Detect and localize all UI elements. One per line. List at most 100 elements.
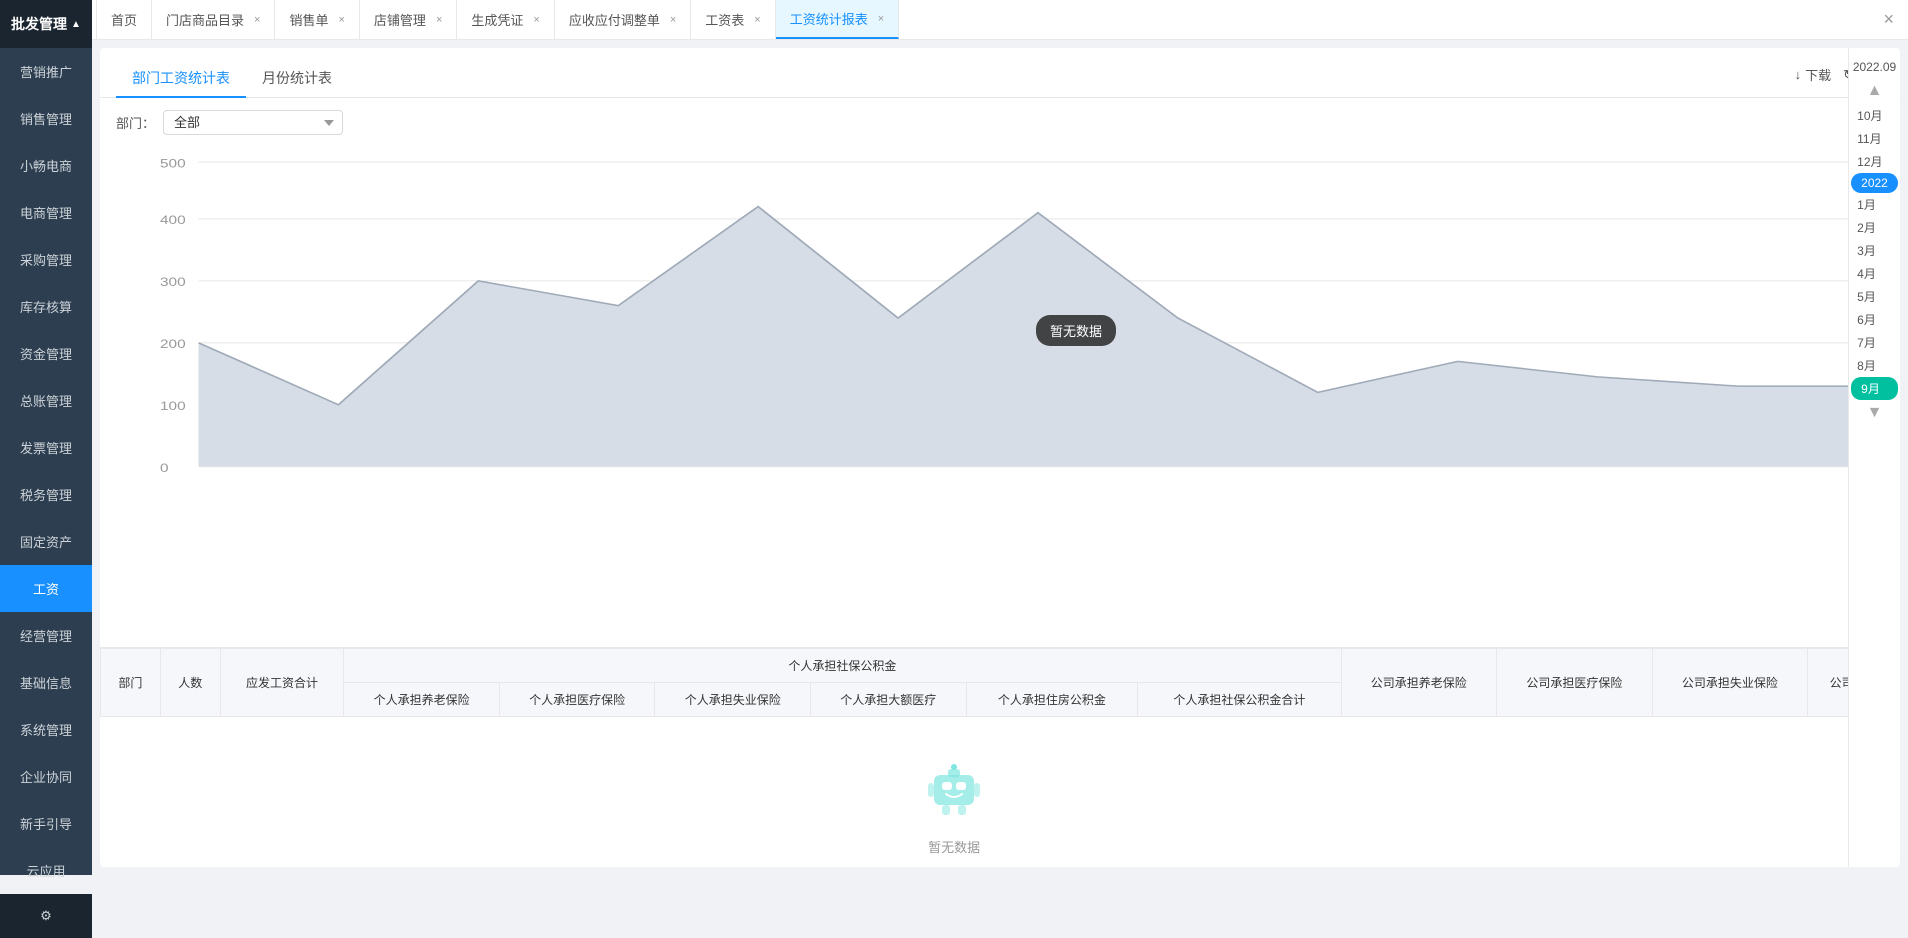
- content-panel: 部门工资统计表月份统计表 ↓ 下载 ↻ 刷新 部门： 全部 销售部 采购部 财务…: [100, 48, 1900, 867]
- sidebar-item-云应用[interactable]: 云应用: [0, 847, 92, 894]
- timeline-month-1月[interactable]: 1月: [1851, 193, 1898, 216]
- timeline-month-6月[interactable]: 6月: [1851, 308, 1898, 331]
- tab-close-icon[interactable]: ×: [254, 14, 260, 26]
- filter-dept-label: 部门：: [116, 113, 155, 132]
- tab-close-icon[interactable]: ×: [533, 14, 539, 26]
- tab-close-icon[interactable]: ×: [878, 13, 884, 25]
- department-select[interactable]: 全部 销售部 采购部 财务部 行政部: [163, 110, 343, 135]
- sidebar-item-固定资产[interactable]: 固定资产: [0, 518, 92, 565]
- svg-text:300: 300: [160, 275, 186, 289]
- tab-close-icon[interactable]: ×: [670, 14, 676, 26]
- tab-销售单[interactable]: 销售单 ×: [275, 0, 359, 39]
- sub-tab-月份统计表[interactable]: 月份统计表: [246, 60, 348, 98]
- no-data-area: 暂无数据: [101, 717, 1808, 867]
- th-p-total: 个人承担社保公积金合计: [1138, 683, 1341, 717]
- sidebar-item-库存核算[interactable]: 库存核算: [0, 283, 92, 330]
- table-container[interactable]: 部门 人数 应发工资合计 个人承担社保公积金 公司承担养老保险 公司承担医疗保险…: [100, 647, 1900, 867]
- sidebar-item-经营管理[interactable]: 经营管理: [0, 612, 92, 659]
- download-icon: ↓: [1795, 67, 1802, 82]
- tab-label: 店铺管理: [374, 10, 426, 29]
- sidebar-item-企业协同[interactable]: 企业协同: [0, 753, 92, 800]
- timeline-next-button[interactable]: ▼: [1863, 400, 1887, 426]
- chart-area: 0 100 200 300 400 500: [100, 147, 1900, 647]
- sidebar-item-系统管理[interactable]: 系统管理: [0, 706, 92, 753]
- th-p-med: 个人承担医疗保险: [499, 683, 655, 717]
- svg-text:500: 500: [160, 157, 186, 170]
- download-label: 下载: [1805, 65, 1831, 84]
- download-button[interactable]: ↓ 下载: [1795, 65, 1832, 84]
- th-p-big-med: 个人承担大额医疗: [811, 683, 967, 717]
- tab-应收应付调整单[interactable]: 应收应付调整单 ×: [555, 0, 691, 39]
- sidebar-toggle-icon: ▲: [71, 19, 81, 30]
- sidebar-item-税务管理[interactable]: 税务管理: [0, 471, 92, 518]
- tab-label: 工资统计报表: [790, 9, 868, 28]
- svg-text:100: 100: [160, 398, 186, 412]
- tab-工资表[interactable]: 工资表 ×: [691, 0, 775, 39]
- timeline-month-10月[interactable]: 10月: [1851, 104, 1898, 127]
- tab-首页[interactable]: 首页: [96, 0, 152, 39]
- sidebar-item-总账管理[interactable]: 总账管理: [0, 377, 92, 424]
- main-area: 首页门店商品目录×销售单×店铺管理×生成凭证×应收应付调整单×工资表×工资统计报…: [92, 0, 1908, 875]
- tab-工资统计报表[interactable]: 工资统计报表 ×: [776, 0, 899, 39]
- tab-close-icon[interactable]: ×: [338, 14, 344, 26]
- sidebar-item-电商管理[interactable]: 电商管理: [0, 189, 92, 236]
- timeline-year-2022[interactable]: 2022: [1851, 173, 1898, 193]
- sidebar-item-基础信息[interactable]: 基础信息: [0, 659, 92, 706]
- th-p-unemp: 个人承担失业保险: [655, 683, 811, 717]
- no-data-illustration: [914, 747, 994, 827]
- tab-label: 生成凭证: [471, 10, 523, 29]
- sidebar-item-发票管理[interactable]: 发票管理: [0, 424, 92, 471]
- sidebar-item-工资[interactable]: 工资: [0, 565, 92, 612]
- sidebar-header[interactable]: 批发管理 ▲: [0, 0, 92, 48]
- tab-label: 销售单: [289, 10, 328, 29]
- timeline-bar: 2022.09 ▲ 10月11月12月20221月2月3月4月5月6月7月8月9…: [1848, 48, 1900, 867]
- th-dept: 部门: [101, 649, 161, 717]
- th-count: 人数: [160, 649, 220, 717]
- tab-label: 门店商品目录: [166, 10, 244, 29]
- svg-text:200: 200: [160, 336, 186, 350]
- th-personal-social: 个人承担社保公积金: [344, 649, 1341, 683]
- tab-close-icon[interactable]: ×: [436, 14, 442, 26]
- th-company-old: 公司承担养老保险: [1341, 649, 1497, 717]
- timeline-month-3月[interactable]: 3月: [1851, 239, 1898, 262]
- close-all-tabs-button[interactable]: ×: [1873, 5, 1904, 34]
- timeline-month-2月[interactable]: 2月: [1851, 216, 1898, 239]
- tab-生成凭证[interactable]: 生成凭证 ×: [457, 0, 554, 39]
- timeline-month-11月[interactable]: 11月: [1851, 127, 1898, 150]
- stats-table: 部门 人数 应发工资合计 个人承担社保公积金 公司承担养老保险 公司承担医疗保险…: [100, 648, 1900, 867]
- timeline-month-4月[interactable]: 4月: [1851, 262, 1898, 285]
- sub-tab-部门工资统计表[interactable]: 部门工资统计表: [116, 60, 246, 98]
- tab-bar: 首页门店商品目录×销售单×店铺管理×生成凭证×应收应付调整单×工资表×工资统计报…: [92, 0, 1908, 40]
- tab-店铺管理[interactable]: 店铺管理 ×: [360, 0, 457, 39]
- th-p-old: 个人承担养老保险: [344, 683, 500, 717]
- sidebar-settings-button[interactable]: ⚙: [0, 894, 92, 938]
- th-company-med: 公司承担医疗保险: [1497, 649, 1653, 717]
- th-total-wage: 应发工资合计: [220, 649, 344, 717]
- sub-tab-bar: 部门工资统计表月份统计表 ↓ 下载 ↻ 刷新: [100, 48, 1900, 98]
- timeline-month-12月[interactable]: 12月: [1851, 150, 1898, 173]
- timeline-month-7月[interactable]: 7月: [1851, 331, 1898, 354]
- tab-close-icon[interactable]: ×: [754, 14, 760, 26]
- sidebar-item-销售管理[interactable]: 销售管理: [0, 95, 92, 142]
- sidebar-item-营销推广[interactable]: 营销推广: [0, 48, 92, 95]
- timeline-prev-button[interactable]: ▲: [1863, 78, 1887, 104]
- timeline-month-9月[interactable]: 9月: [1851, 377, 1898, 400]
- tab-label: 首页: [111, 10, 137, 29]
- table-no-data-text: 暂无数据: [928, 837, 980, 856]
- sidebar-item-资金管理[interactable]: 资金管理: [0, 330, 92, 377]
- area-chart: 0 100 200 300 400 500: [160, 157, 1880, 477]
- filter-bar: 部门： 全部 销售部 采购部 财务部 行政部: [100, 98, 1900, 147]
- tab-label: 工资表: [705, 10, 744, 29]
- sidebar: 批发管理 ▲ 营销推广销售管理小畅电商电商管理采购管理库存核算资金管理总账管理发…: [0, 0, 92, 875]
- sidebar-item-采购管理[interactable]: 采购管理: [0, 236, 92, 283]
- timeline-month-5月[interactable]: 5月: [1851, 285, 1898, 308]
- svg-text:0: 0: [160, 460, 169, 474]
- timeline-month-8月[interactable]: 8月: [1851, 354, 1898, 377]
- sidebar-title: 批发管理: [11, 14, 67, 34]
- sidebar-item-小畅电商[interactable]: 小畅电商: [0, 142, 92, 189]
- settings-icon: ⚙: [40, 908, 52, 923]
- sidebar-item-新手引导[interactable]: 新手引导: [0, 800, 92, 847]
- tab-门店商品目录[interactable]: 门店商品目录 ×: [152, 0, 275, 39]
- svg-text:400: 400: [160, 213, 186, 227]
- tab-label: 应收应付调整单: [569, 10, 660, 29]
